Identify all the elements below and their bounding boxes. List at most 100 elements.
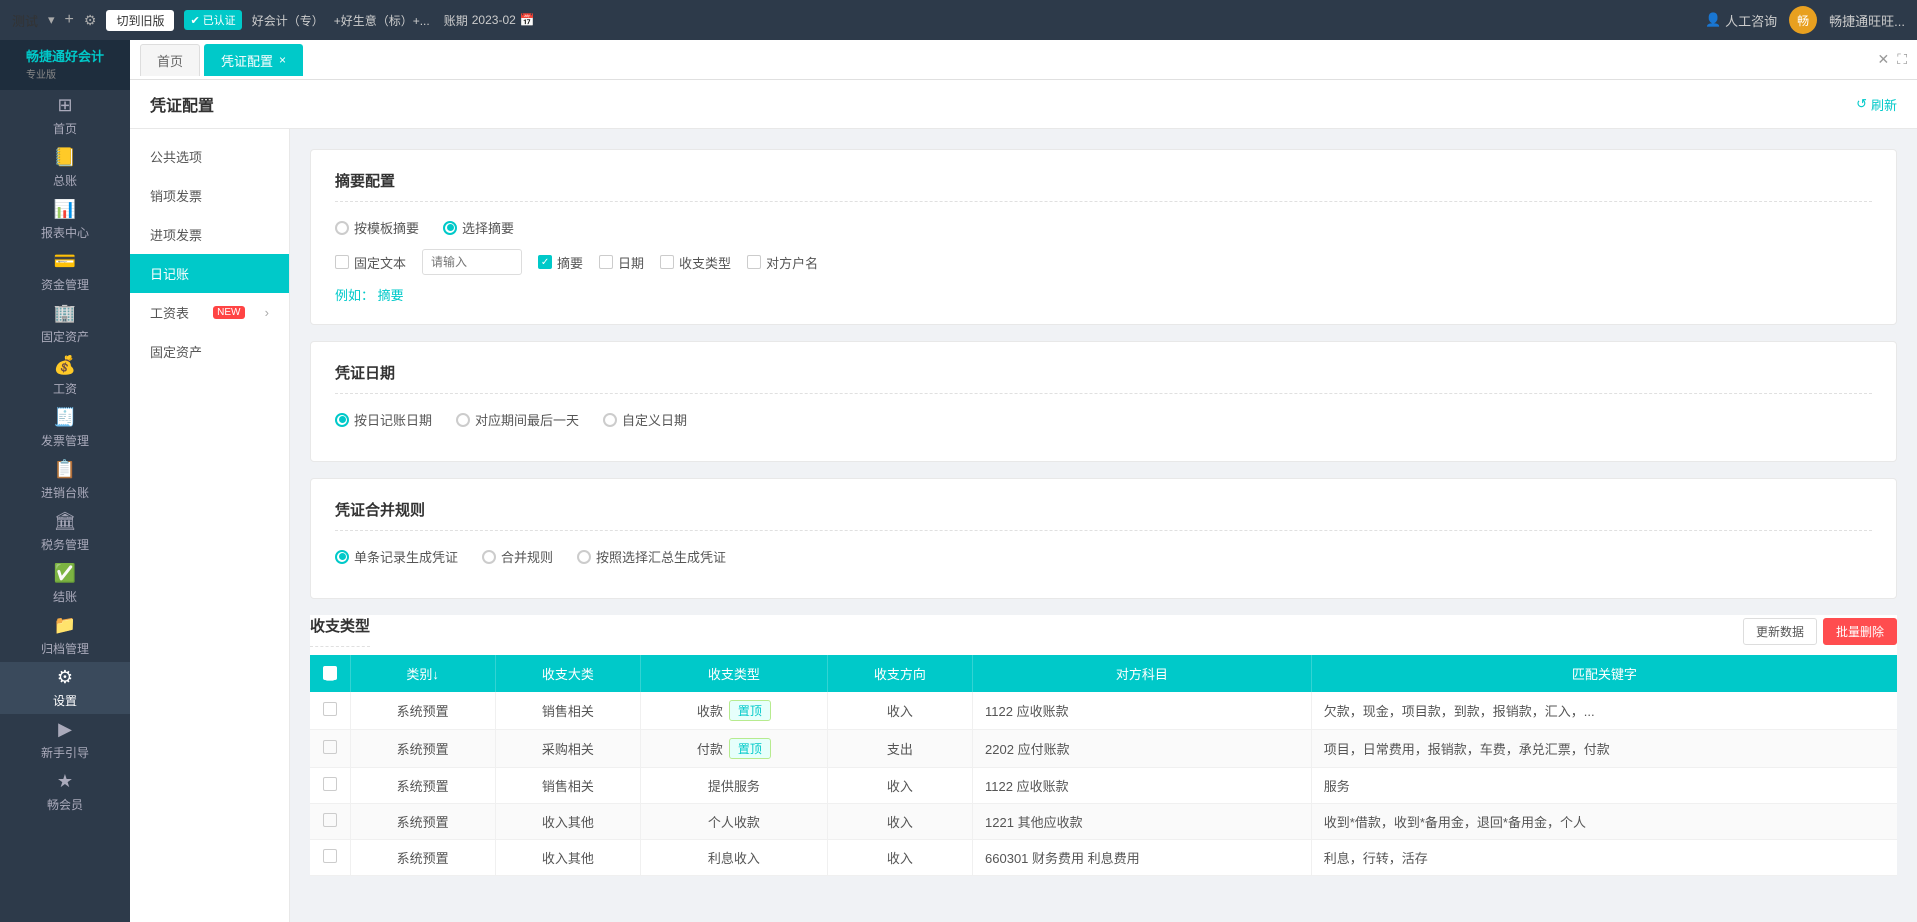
assets-icon: 🏢	[54, 303, 76, 324]
update-data-button[interactable]: 更新数据	[1743, 618, 1817, 645]
row-keywords-4: 利息，行转，活存	[1311, 840, 1897, 876]
row-major-0: 销售相关	[495, 692, 640, 730]
date-radio-custom[interactable]: 自定义日期	[603, 410, 687, 429]
fixed-text-checkbox-box	[335, 255, 349, 269]
left-nav-item-payroll[interactable]: 工资表 NEW ›	[130, 293, 289, 332]
summary-config-section: 摘要配置 按模板摘要 选择摘要	[310, 149, 1897, 325]
maximize-window-button[interactable]: ⛶	[1897, 51, 1907, 68]
support-icon: 👤	[1705, 12, 1721, 28]
row-account-1: 2202 应付账款	[973, 730, 1312, 768]
left-nav-item-journal[interactable]: 日记账	[130, 254, 289, 293]
batch-delete-button[interactable]: 批量删除	[1823, 618, 1897, 645]
radio-journal-circle	[335, 413, 349, 427]
payroll-icon: 💰	[54, 355, 76, 376]
sidebar-item-invoice[interactable]: 🧾 发票管理	[0, 402, 130, 454]
content-area: 首页 凭证配置 × ✕ ⛶ 凭证配置 ↺ 刷新	[130, 40, 1917, 922]
row-category-4: 系统预置	[350, 840, 495, 876]
tab-close-icon[interactable]: ×	[279, 53, 286, 67]
summary-radio-select[interactable]: 选择摘要	[443, 218, 514, 237]
row-major-1: 采购相关	[495, 730, 640, 768]
good-acct-label: 好会计（专）	[252, 12, 324, 29]
calendar-icon[interactable]: 📅	[520, 13, 535, 27]
sidebar-item-home[interactable]: ⊞ 首页	[0, 90, 130, 142]
sidebar-item-closing[interactable]: ✅ 结账	[0, 558, 130, 610]
col-account: 对方科目	[973, 655, 1312, 692]
sidebar-item-member[interactable]: ★ 畅会员	[0, 766, 130, 818]
switch-version-button[interactable]: 切到旧版	[106, 10, 174, 31]
sidebar-item-payroll[interactable]: 💰 工资	[0, 350, 130, 402]
row-checkbox-3[interactable]	[310, 804, 350, 840]
logo: 畅捷通好会计 专业版	[0, 40, 130, 90]
close-window-button[interactable]: ✕	[1877, 51, 1889, 68]
topbar-dropdown-icon[interactable]: ▾	[48, 12, 55, 28]
row-checkbox-0[interactable]	[310, 692, 350, 730]
sidebar-item-purchase-sales[interactable]: 📋 进销台账	[0, 454, 130, 506]
merge-rules-section: 凭证合并规则 单条记录生成凭证 合并规则 按照选择汇总生成凭证	[310, 478, 1897, 599]
income-expense-section: 收支类型 更新数据 批量删除 ▢ 类别↓	[310, 615, 1897, 876]
row-direction-4: 收入	[827, 840, 972, 876]
merge-radio-summary[interactable]: 按照选择汇总生成凭证	[577, 547, 726, 566]
sidebar-item-settings[interactable]: ⚙ 设置	[0, 662, 130, 714]
sidebar-item-guide[interactable]: ▶ 新手引导	[0, 714, 130, 766]
left-nav-item-fixed-assets[interactable]: 固定资产	[130, 332, 289, 371]
row-type-4: 利息收入	[641, 840, 828, 876]
merge-radio-single[interactable]: 单条记录生成凭证	[335, 547, 458, 566]
summary-checkbox[interactable]: ✓ 摘要	[538, 253, 583, 272]
tab-voucher-config[interactable]: 凭证配置 ×	[204, 44, 303, 76]
row-checkbox-1[interactable]	[310, 730, 350, 768]
left-nav-item-sales-invoice[interactable]: 销项发票	[130, 176, 289, 215]
member-icon: ★	[57, 771, 73, 792]
sidebar-item-funds[interactable]: 💳 资金管理	[0, 246, 130, 298]
table-header-row: 收支类型 更新数据 批量删除	[310, 615, 1897, 647]
select-all-checkbox[interactable]: ▢	[323, 666, 337, 680]
row-major-2: 销售相关	[495, 768, 640, 804]
row-checkbox-4[interactable]	[310, 840, 350, 876]
counterpart-checkbox[interactable]: 对方户名	[747, 253, 818, 272]
refresh-button[interactable]: ↺ 刷新	[1856, 95, 1897, 114]
left-nav-item-purchase-invoice[interactable]: 进项发票	[130, 215, 289, 254]
purchase-sales-icon: 📋	[54, 459, 76, 480]
income-type-checkbox[interactable]: 收支类型	[660, 253, 731, 272]
left-nav-item-public[interactable]: 公共选项	[130, 137, 289, 176]
reports-icon: 📊	[54, 199, 76, 220]
table-actions: 更新数据 批量删除	[1743, 618, 1897, 645]
row-direction-2: 收入	[827, 768, 972, 804]
page-header-actions: ↺ 刷新	[1856, 95, 1897, 126]
fixed-text-checkbox[interactable]: 固定文本	[335, 253, 406, 272]
date-checkbox[interactable]: 日期	[599, 253, 644, 272]
topbar-settings-icon[interactable]: ⚙	[84, 12, 97, 29]
fixed-text-input[interactable]	[422, 249, 522, 275]
funds-icon: 💳	[54, 251, 76, 272]
top-tag-0: 置顶	[729, 700, 771, 721]
sidebar: 畅捷通好会计 专业版 ⊞ 首页 📒 总账 📊 报表中心 💳 资金管理 🏢 固定资…	[0, 40, 130, 922]
support-label[interactable]: 👤 人工咨询	[1705, 11, 1777, 30]
row-checkbox-2[interactable]	[310, 768, 350, 804]
user-avatar[interactable]: 畅	[1789, 6, 1817, 34]
tab-home[interactable]: 首页	[140, 44, 200, 76]
date-radio-journal[interactable]: 按日记账日期	[335, 410, 432, 429]
summary-radio-template[interactable]: 按模板摘要	[335, 218, 419, 237]
sidebar-item-reports[interactable]: 📊 报表中心	[0, 194, 130, 246]
summary-config-title: 摘要配置	[335, 170, 1872, 202]
ledger-icon: 📒	[54, 147, 76, 168]
logo-sub: 专业版	[26, 66, 104, 81]
counterpart-checkbox-box	[747, 255, 761, 269]
refresh-icon: ↺	[1856, 96, 1867, 112]
row-account-0: 1122 应收账款	[973, 692, 1312, 730]
invoice-icon: 🧾	[54, 407, 76, 428]
voucher-date-title: 凭证日期	[335, 362, 1872, 394]
merge-radio-rules[interactable]: 合并规则	[482, 547, 553, 566]
tab-bar: 首页 凭证配置 × ✕ ⛶	[130, 40, 1917, 80]
row-direction-3: 收入	[827, 804, 972, 840]
date-radio-last-day[interactable]: 对应期间最后一天	[456, 410, 579, 429]
radio-select-circle	[443, 221, 457, 235]
topbar-add-icon[interactable]: +	[65, 11, 74, 29]
sidebar-item-ledger[interactable]: 📒 总账	[0, 142, 130, 194]
chevron-icon: ›	[265, 305, 269, 320]
sidebar-item-tax[interactable]: 🏛 税务管理	[0, 506, 130, 558]
sidebar-item-archive[interactable]: 📁 归档管理	[0, 610, 130, 662]
sidebar-item-fixed-assets[interactable]: 🏢 固定资产	[0, 298, 130, 350]
col-checkbox: ▢	[310, 655, 350, 692]
merge-rules-title: 凭证合并规则	[335, 499, 1872, 531]
logo-text: 畅捷通好会计	[26, 49, 104, 66]
